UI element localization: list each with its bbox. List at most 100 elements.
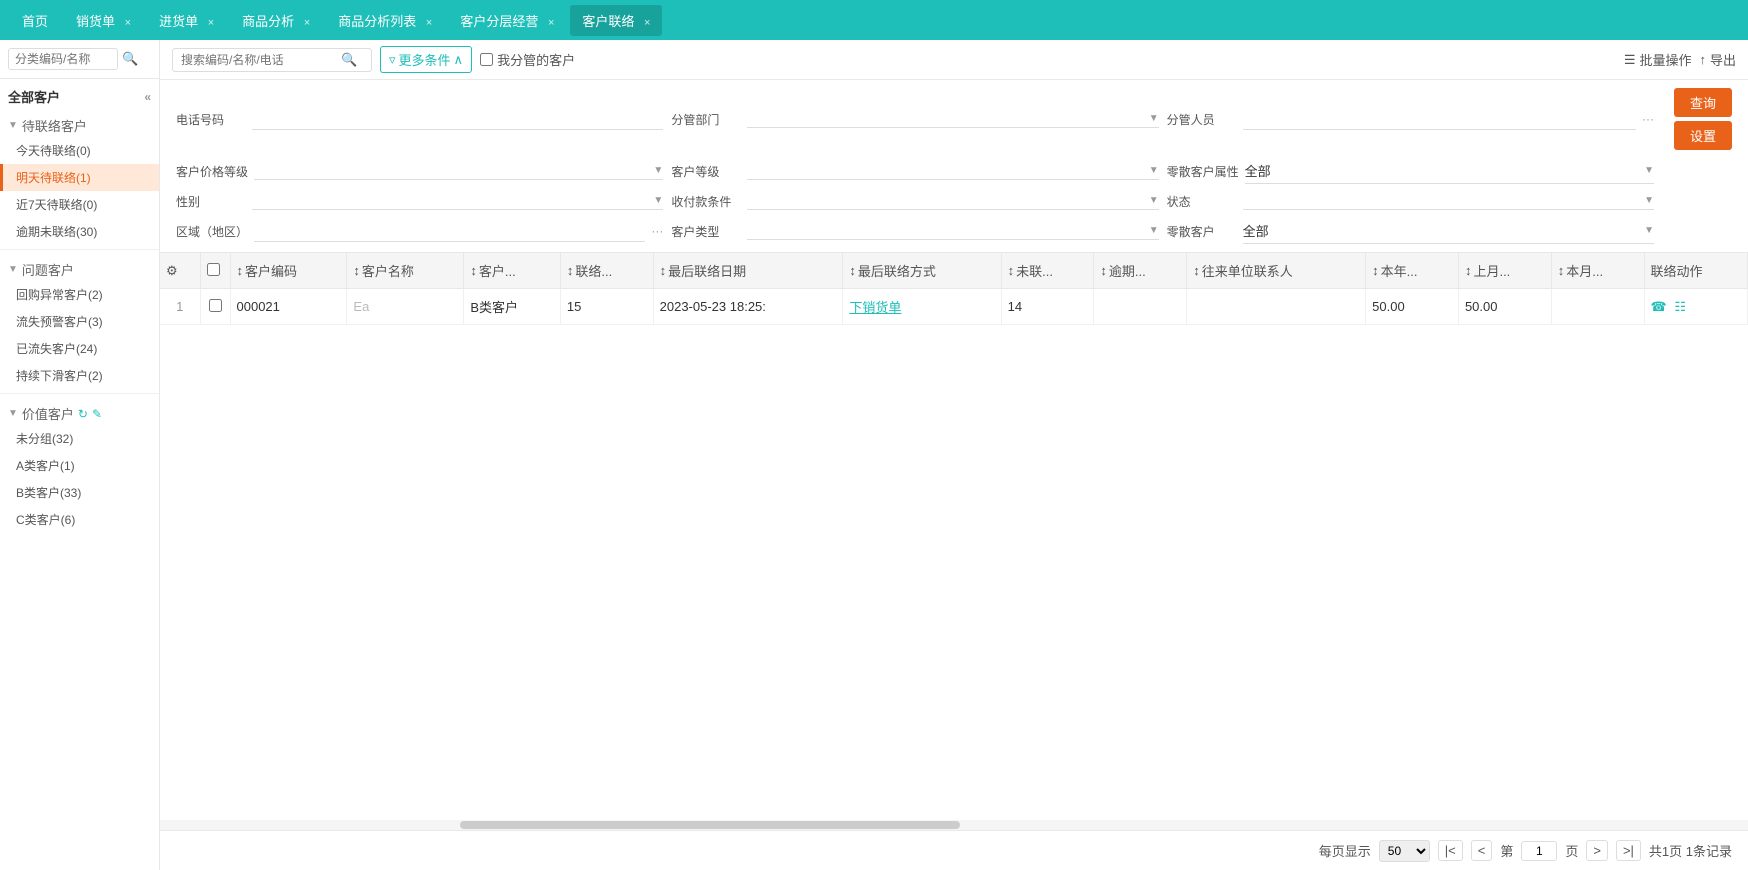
filter-customertype-cell: 客户类型 ▼	[671, 222, 1158, 240]
sidebar-item-tomorrow-contact[interactable]: 明天待联络(1)	[0, 164, 159, 191]
retail-attr-select[interactable]: 全部 ▼	[1245, 158, 1654, 184]
cell-check	[200, 289, 230, 325]
nav-product-analysis-list[interactable]: 商品分析列表 ×	[326, 5, 444, 36]
close-sales-icon[interactable]: ×	[125, 17, 131, 29]
status-select[interactable]: ▼	[1243, 192, 1654, 210]
edit-icon[interactable]: ✎	[92, 407, 102, 421]
sidebar-item-class-b[interactable]: B类客户(33)	[0, 479, 159, 506]
phone-input[interactable]	[252, 109, 663, 130]
close-product-analysis-list-icon[interactable]: ×	[426, 17, 432, 29]
collapse-icon[interactable]: «	[144, 90, 151, 104]
region-more-icon[interactable]: ···	[651, 224, 663, 238]
nav-sales[interactable]: 销货单 ×	[64, 5, 143, 36]
current-page-input[interactable]	[1521, 841, 1557, 861]
gender-select[interactable]: ▼	[252, 192, 663, 210]
pending-arrow-icon: ▼	[8, 120, 18, 131]
table-row: 1 000021 Ea B类客户 15 2023-05-23 18:25: 下销…	[160, 289, 1748, 325]
value-level-select[interactable]: ▼	[254, 162, 663, 180]
sidebar-item-overdue-contact[interactable]: 逾期未联络(30)	[0, 218, 159, 245]
col-lastmonth-sort-icon: ↕	[1465, 263, 1472, 278]
refresh-icon[interactable]: ↻	[78, 407, 88, 421]
payment-label: 收付款条件	[671, 193, 741, 210]
sidebar-search-icon[interactable]: 🔍	[122, 51, 138, 67]
col-lastmethod-header: ↕ 最后联络方式	[843, 253, 1001, 289]
sidebar-item-repurchase-abnormal[interactable]: 回购异常客户(2)	[0, 281, 159, 308]
dept-label: 分管部门	[671, 111, 741, 128]
filter-gender-cell: 性别 ▼	[176, 192, 663, 210]
settings-btn[interactable]: 设置	[1674, 121, 1732, 150]
close-product-analysis-icon[interactable]: ×	[304, 17, 310, 29]
prev-page-btn[interactable]: <	[1471, 840, 1493, 861]
all-customers-header[interactable]: 全部客户 «	[0, 79, 159, 110]
scrollbar-thumb[interactable]	[460, 821, 960, 829]
sidebar-search-input[interactable]	[8, 48, 118, 70]
manager-more-icon[interactable]: ···	[1642, 112, 1654, 126]
my-customers-check[interactable]	[480, 53, 493, 66]
settings-icon[interactable]: ⚙	[166, 263, 178, 278]
sidebar: 🔍 全部客户 « ▼ 待联络客户 今天待联络(0) 明天待联络(1) 近7天待联…	[0, 40, 160, 870]
filter-manager-cell: 分管人员 ···	[1167, 109, 1654, 130]
last-method-link[interactable]: 下销货单	[849, 300, 901, 315]
filter-payment-cell: 收付款条件 ▼	[671, 192, 1158, 210]
sidebar-item-class-a[interactable]: A类客户(1)	[0, 452, 159, 479]
sidebar-item-declining[interactable]: 持续下滑客户(2)	[0, 362, 159, 389]
first-page-btn[interactable]: |<	[1438, 840, 1463, 861]
divider-2	[0, 393, 159, 394]
nav-purchase[interactable]: 进货单 ×	[147, 5, 226, 36]
batch-ops-btn[interactable]: ☰ 批量操作	[1624, 50, 1692, 69]
cell-name: Ea	[347, 289, 464, 325]
status-label: 状态	[1167, 193, 1237, 210]
col-type-header: ↕ 客户...	[464, 253, 561, 289]
last-page-btn[interactable]: >|	[1616, 840, 1641, 861]
dept-select[interactable]: ▼	[747, 110, 1158, 128]
customer-level-chevron-icon: ▼	[1149, 165, 1159, 176]
top-nav: 首页 销货单 × 进货单 × 商品分析 × 商品分析列表 × 客户分层经营 × …	[0, 0, 1748, 40]
sidebar-item-today-contact[interactable]: 今天待联络(0)	[0, 137, 159, 164]
per-page-select[interactable]: 50 100 200	[1379, 840, 1430, 862]
manager-input[interactable]	[1243, 109, 1636, 130]
row-checkbox[interactable]	[209, 299, 222, 312]
search-icon[interactable]: 🔍	[341, 52, 357, 68]
sidebar-item-churned[interactable]: 已流失客户(24)	[0, 335, 159, 362]
my-customers-checkbox[interactable]: 我分管的客户	[480, 50, 575, 69]
filter-retail-attr-cell: 零散客户属性 全部 ▼	[1167, 158, 1654, 184]
more-conditions-btn[interactable]: ▿ 更多条件 ∧	[380, 46, 472, 73]
filter-row-1: 电话号码 分管部门 ▼ 分管人员 ··· 查询 设置	[176, 88, 1732, 150]
export-btn[interactable]: ↑ 导出	[1699, 50, 1736, 69]
cell-overdue	[1094, 289, 1187, 325]
next-page-btn[interactable]: >	[1586, 840, 1608, 861]
nav-customer-contact[interactable]: 客户联络 ×	[570, 5, 662, 36]
customer-type-chevron-icon: ▼	[1149, 225, 1159, 236]
close-customer-contact-icon[interactable]: ×	[644, 17, 650, 29]
retail-attr-label: 零散客户属性	[1167, 163, 1239, 180]
action-more-icon[interactable]: ☷	[1674, 299, 1686, 314]
cell-thismonth	[1551, 289, 1644, 325]
query-btn[interactable]: 查询	[1674, 88, 1732, 117]
payment-select[interactable]: ▼	[747, 192, 1158, 210]
cell-num: 1	[160, 289, 200, 325]
main-layout: 🔍 全部客户 « ▼ 待联络客户 今天待联络(0) 明天待联络(1) 近7天待联…	[0, 40, 1748, 870]
region-input[interactable]	[254, 221, 645, 242]
close-customer-tier-icon[interactable]: ×	[548, 17, 554, 29]
search-wrap: 🔍	[172, 48, 372, 72]
col-action-header: 联络动作	[1644, 253, 1747, 289]
sidebar-item-7day-contact[interactable]: 近7天待联络(0)	[0, 191, 159, 218]
retail-customer-select[interactable]: 全部 ▼	[1243, 218, 1654, 244]
nav-customer-tier[interactable]: 客户分层经营 ×	[448, 5, 566, 36]
sidebar-item-class-c[interactable]: C类客户(6)	[0, 506, 159, 533]
search-input[interactable]	[181, 53, 341, 67]
filter-row-3: 性别 ▼ 收付款条件 ▼ 状态	[176, 192, 1732, 210]
action-phone-icon[interactable]: ☎	[1651, 299, 1667, 314]
col-contacts-header: ↕ 联络...	[560, 253, 653, 289]
select-all-checkbox[interactable]	[207, 263, 220, 276]
sidebar-item-ungrouped[interactable]: 未分组(32)	[0, 425, 159, 452]
customer-type-select[interactable]: ▼	[747, 222, 1158, 240]
horizontal-scrollbar[interactable]	[160, 820, 1748, 830]
col-type-sort-icon: ↕	[470, 263, 477, 278]
nav-product-analysis[interactable]: 商品分析 ×	[230, 5, 322, 36]
sidebar-item-churn-warning[interactable]: 流失预警客户(3)	[0, 308, 159, 335]
page-suffix: 页	[1565, 841, 1578, 860]
nav-home[interactable]: 首页	[10, 5, 60, 36]
customer-level-select[interactable]: ▼	[747, 162, 1158, 180]
close-purchase-icon[interactable]: ×	[208, 17, 214, 29]
